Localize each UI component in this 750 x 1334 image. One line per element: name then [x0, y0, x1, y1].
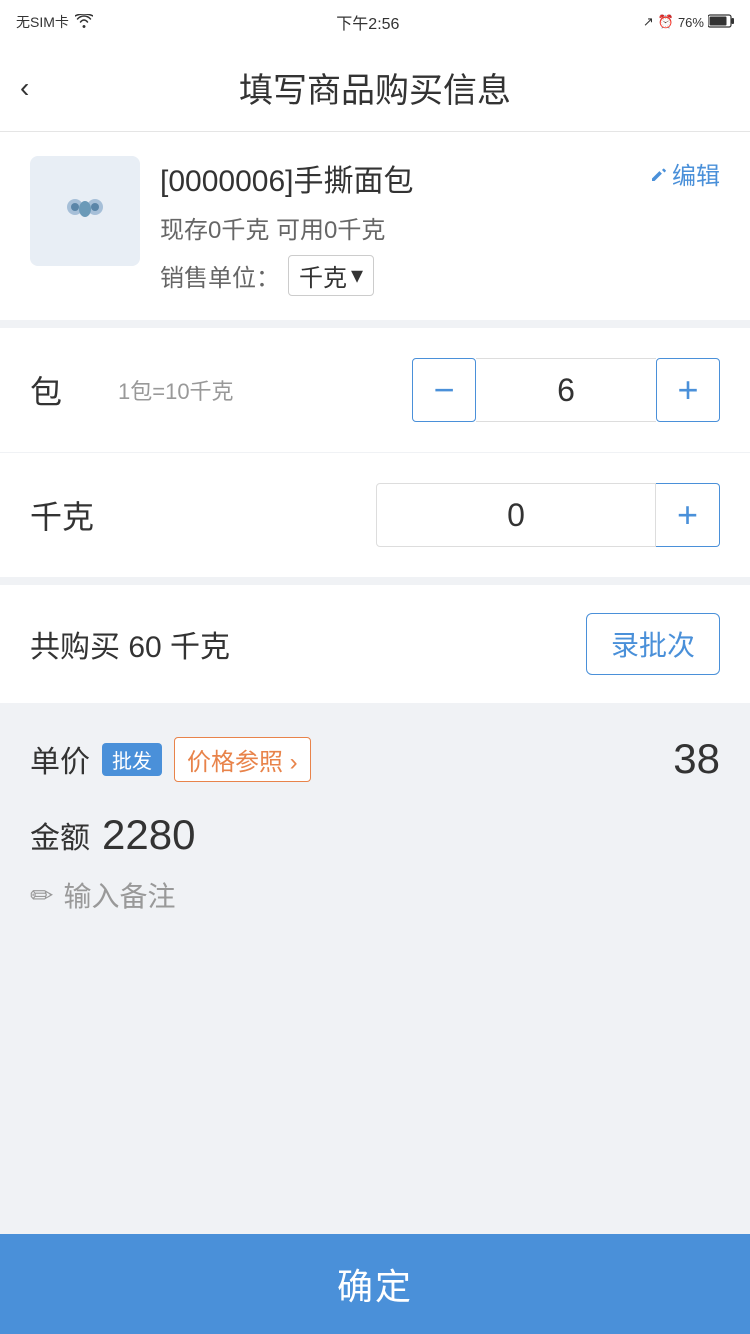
price-section: 单价 批发 价格参照 › 38: [0, 711, 750, 811]
status-bar: 无SIM卡 下午2:56 ↗ ⏰ 76%: [0, 0, 750, 44]
location-icon: ↗: [643, 14, 654, 30]
remark-placeholder: 输入备注: [63, 875, 175, 915]
remark-icon: ✏: [30, 879, 53, 912]
price-left: 单价 批发 价格参照 ›: [30, 737, 311, 782]
product-name: [0000006]手撕面包: [160, 156, 413, 200]
nav-bar: ‹ 填写商品购买信息: [0, 44, 750, 132]
kg-controls: +: [376, 483, 720, 547]
confirm-button[interactable]: 确定: [0, 1234, 750, 1334]
price-value: 38: [673, 735, 720, 783]
wifi-icon: [75, 14, 93, 31]
alarm-icon: ⏰: [658, 14, 674, 30]
price-label: 单价: [30, 737, 90, 781]
bag-plus-button[interactable]: +: [656, 358, 720, 422]
unit-select[interactable]: 千克 ▾: [288, 255, 374, 296]
amount-label: 金额: [30, 813, 90, 857]
kg-plus-button[interactable]: +: [656, 483, 720, 547]
kg-input-row: 千克 +: [0, 453, 750, 577]
summary-text: 共购买 60 千克: [30, 622, 230, 666]
amount-section: 金额 2280 ✏ 输入备注: [0, 811, 750, 935]
bag-minus-button[interactable]: −: [412, 358, 476, 422]
remark-row[interactable]: ✏ 输入备注: [30, 875, 720, 915]
product-unit: 销售单位： 千克 ▾: [160, 255, 720, 296]
product-image: [30, 156, 140, 266]
status-bar-time: 下午2:56: [336, 10, 399, 34]
batch-button[interactable]: 录批次: [586, 613, 720, 675]
edit-button[interactable]: 编辑: [650, 156, 720, 191]
battery-label: 76%: [678, 15, 704, 30]
bag-controls: − +: [412, 358, 720, 422]
carrier-label: 无SIM卡: [16, 12, 69, 32]
kg-quantity-input[interactable]: [376, 483, 656, 547]
battery-icon: [708, 14, 734, 31]
bag-hint: 1包=10千克: [118, 374, 412, 406]
product-info: [0000006]手撕面包 编辑 现存0千克 可用0千克 销售单位： 千克 ▾: [160, 156, 720, 296]
confirm-label: 确定: [337, 1258, 413, 1310]
amount-row: 金额 2280: [30, 811, 720, 859]
kg-label: 千克: [30, 492, 110, 538]
summary-row: 共购买 60 千克 录批次: [0, 585, 750, 711]
bag-input-row: 包 1包=10千克 − +: [0, 328, 750, 453]
price-ref-button[interactable]: 价格参照 ›: [174, 737, 311, 782]
back-button[interactable]: ‹: [20, 72, 29, 104]
product-card: [0000006]手撕面包 编辑 现存0千克 可用0千克 销售单位： 千克 ▾: [0, 132, 750, 328]
input-section: 包 1包=10千克 − + 千克 +: [0, 328, 750, 585]
status-bar-left: 无SIM卡: [16, 12, 93, 32]
price-tag: 批发: [102, 743, 162, 776]
empty-space: [0, 935, 750, 1255]
price-row: 单价 批发 价格参照 › 38: [30, 735, 720, 783]
status-bar-right: ↗ ⏰ 76%: [643, 14, 734, 31]
edit-label: 编辑: [672, 156, 720, 191]
amount-value: 2280: [102, 811, 195, 859]
product-stock: 现存0千克 可用0千克: [160, 210, 720, 245]
bag-label: 包: [30, 367, 110, 413]
page-title: 填写商品购买信息: [239, 63, 511, 112]
bag-quantity-input[interactable]: [476, 358, 656, 422]
